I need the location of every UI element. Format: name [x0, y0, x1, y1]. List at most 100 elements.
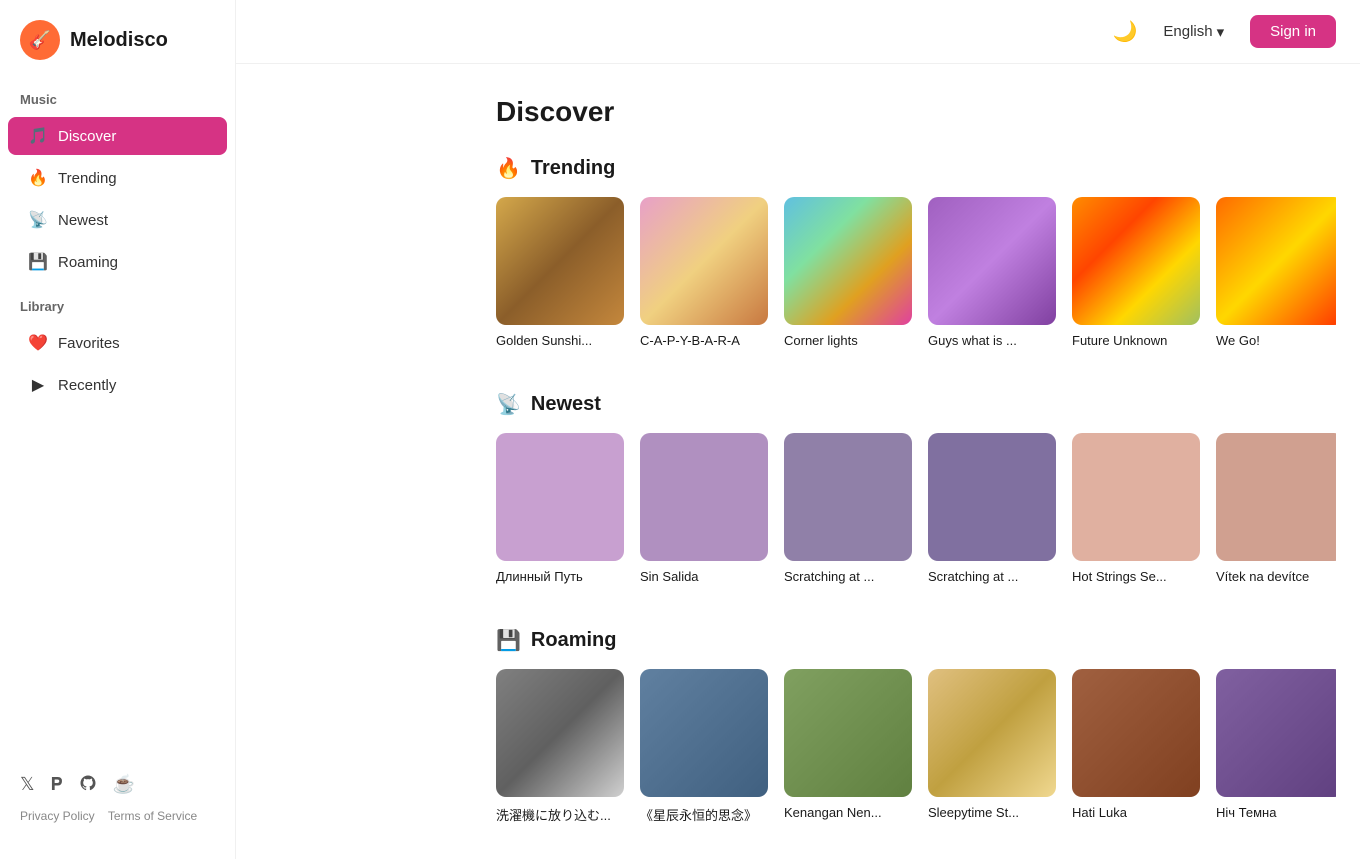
card-thumbnail: [1216, 433, 1336, 561]
card-label: Kenangan Nen...: [784, 805, 912, 820]
sidebar-item-label: Discover: [58, 128, 116, 145]
card-item[interactable]: Corner lights: [784, 197, 912, 352]
card-thumbnail: [928, 433, 1056, 561]
roaming-cards-row: 洗濯機に放り込む... 《星辰永恒的思念》 Kenangan Nen... Sl…: [496, 669, 1336, 832]
trending-section-header: 🔥 Trending: [496, 156, 1336, 181]
sidebar-footer: 𝕏 𝐏 ☕ Privacy Policy Terms of Service: [0, 758, 235, 839]
library-section-label: Library: [0, 299, 235, 322]
logo[interactable]: 🎸 Melodisco: [0, 20, 235, 84]
card-item[interactable]: 《星辰永恒的思念》: [640, 669, 768, 824]
twitter-icon[interactable]: 𝕏: [20, 774, 35, 797]
header: 🌙 English ▾ Sign in: [236, 0, 1360, 64]
sidebar-item-newest[interactable]: 📡 Newest: [8, 201, 227, 239]
card-item[interactable]: Guys what is ...: [928, 197, 1056, 352]
roaming-section-icon: 💾: [496, 628, 521, 653]
card-item[interactable]: We Go!: [1216, 197, 1336, 352]
sidebar: 🎸 Melodisco Music 🎵 Discover 🔥 Trending …: [0, 0, 236, 859]
sidebar-item-label: Favorites: [58, 335, 120, 352]
card-item[interactable]: Sin Salida: [640, 433, 768, 588]
card-label: Sleepytime St...: [928, 805, 1056, 820]
trending-icon: 🔥: [28, 168, 48, 188]
card-thumbnail: [1072, 197, 1200, 325]
card-thumbnail: [1216, 669, 1336, 797]
github-icon[interactable]: [79, 774, 97, 797]
theme-toggle-button[interactable]: 🌙: [1112, 19, 1137, 44]
card-label: Hot Strings Se...: [1072, 569, 1200, 584]
producthunt-icon[interactable]: 𝐏: [51, 774, 63, 797]
card-item[interactable]: Ніч Темна: [1216, 669, 1336, 824]
card-item[interactable]: Kenangan Nen...: [784, 669, 912, 824]
card-item[interactable]: Golden Sunshi...: [496, 197, 624, 352]
chevron-down-icon: ▾: [1217, 23, 1225, 41]
card-thumbnail: [1216, 197, 1336, 325]
card-thumbnail: [640, 433, 768, 561]
recently-icon: ▶: [28, 375, 48, 395]
card-item[interactable]: Sleepytime St...: [928, 669, 1056, 824]
trending-cards-row: Golden Sunshi... C-A-P-Y-B-A-R-A Corner …: [496, 197, 1336, 360]
sidebar-item-discover[interactable]: 🎵 Discover: [8, 117, 227, 155]
newest-icon: 📡: [28, 210, 48, 230]
card-item[interactable]: Scratching at ...: [784, 433, 912, 588]
card-item[interactable]: Длинный Путь: [496, 433, 624, 588]
card-item[interactable]: Future Unknown: [1072, 197, 1200, 352]
card-thumbnail: [784, 433, 912, 561]
page-title: Discover: [496, 96, 1336, 128]
card-label: Ніч Темна: [1216, 805, 1336, 820]
card-label: C-A-P-Y-B-A-R-A: [640, 333, 768, 348]
card-label: Vítek na devítce: [1216, 569, 1336, 584]
card-thumbnail: [928, 669, 1056, 797]
app-name: Melodisco: [70, 29, 168, 52]
coffee-icon[interactable]: ☕: [113, 774, 135, 797]
card-item[interactable]: Hati Luka: [1072, 669, 1200, 824]
card-label: 《星辰永恒的思念》: [640, 805, 768, 824]
favorites-icon: ❤️: [28, 333, 48, 353]
card-thumbnail: [784, 197, 912, 325]
terms-of-service-link[interactable]: Terms of Service: [108, 809, 197, 823]
sign-in-button[interactable]: Sign in: [1250, 15, 1336, 48]
roaming-icon: 💾: [28, 252, 48, 272]
privacy-policy-link[interactable]: Privacy Policy: [20, 809, 95, 823]
sidebar-item-recently[interactable]: ▶ Recently: [8, 366, 227, 404]
discover-icon: 🎵: [28, 126, 48, 146]
card-thumbnail: [1072, 669, 1200, 797]
sidebar-item-label: Roaming: [58, 254, 118, 271]
card-label: Guys what is ...: [928, 333, 1056, 348]
trending-section-label: Trending: [531, 157, 615, 180]
card-item[interactable]: Scratching at ...: [928, 433, 1056, 588]
card-thumbnail: [640, 669, 768, 797]
card-thumbnail: [496, 197, 624, 325]
sidebar-item-roaming[interactable]: 💾 Roaming: [8, 243, 227, 281]
footer-links: Privacy Policy Terms of Service: [20, 809, 215, 823]
card-label: Corner lights: [784, 333, 912, 348]
logo-icon: 🎸: [20, 20, 60, 60]
sidebar-item-label: Recently: [58, 377, 116, 394]
language-label: English: [1163, 23, 1212, 40]
card-thumbnail: [496, 669, 624, 797]
sidebar-item-label: Newest: [58, 212, 108, 229]
roaming-section-label: Roaming: [531, 629, 617, 652]
sidebar-item-favorites[interactable]: ❤️ Favorites: [8, 324, 227, 362]
card-thumbnail: [928, 197, 1056, 325]
card-thumbnail: [784, 669, 912, 797]
card-label: Hati Luka: [1072, 805, 1200, 820]
social-icons: 𝕏 𝐏 ☕: [20, 774, 215, 797]
card-label: Golden Sunshi...: [496, 333, 624, 348]
card-label: Scratching at ...: [928, 569, 1056, 584]
roaming-section-header: 💾 Roaming: [496, 628, 1336, 653]
card-item[interactable]: C-A-P-Y-B-A-R-A: [640, 197, 768, 352]
card-item[interactable]: 洗濯機に放り込む...: [496, 669, 624, 824]
card-thumbnail: [1072, 433, 1200, 561]
card-label: 洗濯機に放り込む...: [496, 805, 624, 824]
card-item[interactable]: Vítek na devítce: [1216, 433, 1336, 588]
card-label: Sin Salida: [640, 569, 768, 584]
trending-section-icon: 🔥: [496, 156, 521, 181]
card-label: Future Unknown: [1072, 333, 1200, 348]
card-label: We Go!: [1216, 333, 1336, 348]
sidebar-item-label: Trending: [58, 170, 117, 187]
newest-cards-row: Длинный Путь Sin Salida Scratching at ..…: [496, 433, 1336, 596]
newest-section-label: Newest: [531, 393, 601, 416]
language-selector[interactable]: English ▾: [1153, 17, 1234, 47]
music-section-label: Music: [0, 92, 235, 115]
sidebar-item-trending[interactable]: 🔥 Trending: [8, 159, 227, 197]
card-item[interactable]: Hot Strings Se...: [1072, 433, 1200, 588]
